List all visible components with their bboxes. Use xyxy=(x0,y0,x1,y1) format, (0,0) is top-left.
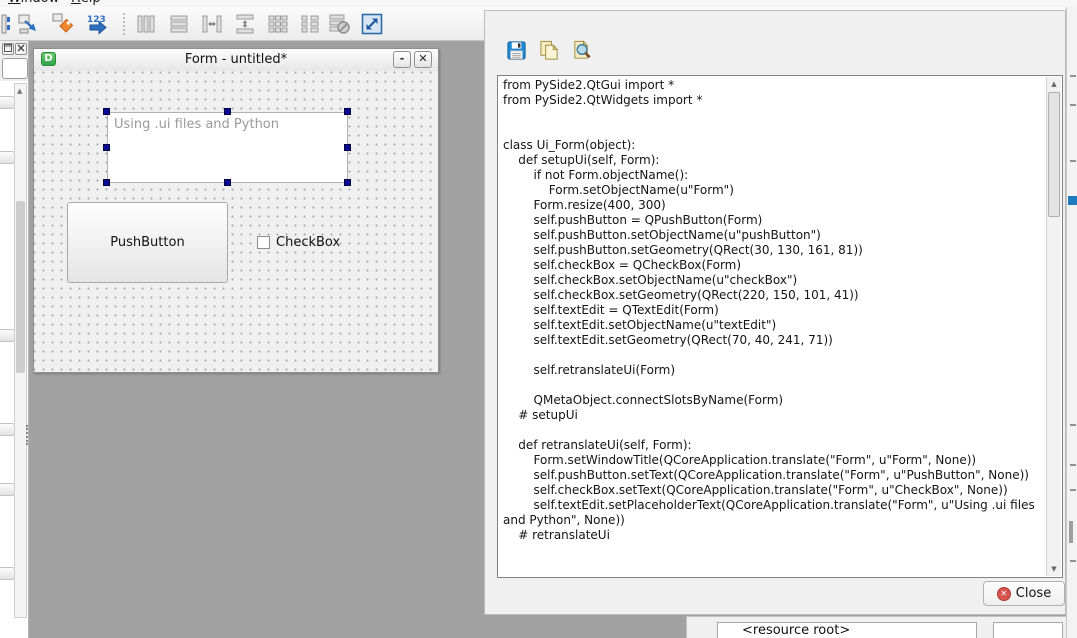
save-button[interactable] xyxy=(503,37,529,63)
close-button[interactable]: ✕ Close xyxy=(983,581,1065,606)
edit-signals-slots-button[interactable] xyxy=(15,10,43,38)
dock-float-button[interactable] xyxy=(2,43,14,55)
edit-tab-order-button[interactable]: 123 xyxy=(83,10,111,38)
textedit-widget[interactable]: Using .ui files and Python xyxy=(107,112,348,183)
form-designer-window: D Form - untitled* - ✕ Using .ui files a… xyxy=(33,48,439,373)
menu-window[interactable]: Window xyxy=(8,0,59,6)
code-preview-dialog: from PySide2.QtGui import * from PySide2… xyxy=(484,10,1066,615)
copy-button[interactable] xyxy=(536,37,562,63)
layout-horizontal-icon xyxy=(134,12,158,36)
strip-mark xyxy=(1070,160,1076,162)
selection-handle-middle-right[interactable] xyxy=(344,144,351,151)
menubar: Window Help xyxy=(0,0,1077,7)
form-minimize-button[interactable]: - xyxy=(393,51,411,68)
layout-form-icon xyxy=(298,12,322,36)
break-layout-button[interactable] xyxy=(325,10,353,38)
scrollbar-thumb[interactable] xyxy=(1048,92,1060,217)
widget-box-panel: ▲ xyxy=(0,41,29,638)
tab-order-123-label: 123 xyxy=(87,15,106,25)
save-icon xyxy=(505,39,528,62)
resource-browser-panel: <resource root> xyxy=(686,616,1077,638)
scrollbar-thumb[interactable] xyxy=(16,201,25,373)
layout-horizontal-splitter-icon xyxy=(200,12,224,36)
edit-buddies-icon xyxy=(51,12,75,36)
layout-vertical-splitter-button[interactable] xyxy=(231,10,259,38)
form-titlebar[interactable]: D Form - untitled* - ✕ xyxy=(34,49,438,72)
widget-category-header[interactable] xyxy=(0,567,15,580)
scroll-up-icon[interactable]: ▲ xyxy=(1047,77,1061,91)
adjust-size-icon xyxy=(360,12,384,36)
edit-signals-slots-icon xyxy=(17,12,41,36)
selection-handle-bottom-left[interactable] xyxy=(103,179,110,186)
widget-box-scrollbar[interactable]: ▲ xyxy=(14,83,27,618)
strip-selected-mark xyxy=(1068,196,1077,205)
checkbox-label: CheckBox xyxy=(276,235,340,250)
qt-designer-window: Window Help xyxy=(0,0,1077,638)
widget-category-header[interactable] xyxy=(0,151,15,164)
layout-vertical-icon xyxy=(167,12,191,36)
strip-mark xyxy=(1070,464,1076,466)
strip-mark xyxy=(1070,75,1076,77)
dock-splitter-handle[interactable] xyxy=(26,425,28,445)
form-title: Form - untitled* xyxy=(34,52,438,67)
widget-category-header[interactable] xyxy=(0,329,15,342)
widget-box-list: ▲ xyxy=(0,81,28,638)
close-button-label: Close xyxy=(1016,586,1051,601)
strip-mark xyxy=(1070,424,1076,426)
layout-form-button[interactable] xyxy=(296,10,324,38)
close-icon xyxy=(17,44,25,52)
float-icon xyxy=(4,44,12,52)
selection-handle-bottom-right[interactable] xyxy=(344,179,351,186)
edit-buddies-button[interactable] xyxy=(49,10,77,38)
form-close-button[interactable]: ✕ xyxy=(414,51,432,68)
checkbox-indicator[interactable] xyxy=(257,236,270,249)
layout-grid-icon xyxy=(266,12,290,36)
dock-close-button[interactable] xyxy=(15,43,27,55)
layout-horizontal-button[interactable] xyxy=(132,10,160,38)
strip-mark xyxy=(1070,560,1076,562)
adjust-size-button[interactable] xyxy=(358,10,386,38)
strip-mark xyxy=(1070,489,1076,491)
resource-detail-box[interactable] xyxy=(993,622,1063,638)
layout-vertical-button[interactable] xyxy=(165,10,193,38)
pushbutton-widget[interactable]: PushButton xyxy=(67,202,228,283)
selection-handle-top-middle[interactable] xyxy=(224,108,231,115)
form-canvas[interactable]: Using .ui files and Python PushButton Ch… xyxy=(34,71,438,372)
menu-help[interactable]: Help xyxy=(71,0,101,6)
resource-root-item[interactable]: <resource root> xyxy=(717,622,977,638)
selection-handle-top-left[interactable] xyxy=(103,108,110,115)
layout-horizontal-splitter-button[interactable] xyxy=(198,10,226,38)
selection-handle-top-right[interactable] xyxy=(344,108,351,115)
code-vertical-scrollbar[interactable]: ▲ ▼ xyxy=(1046,77,1061,576)
edit-widgets-button[interactable] xyxy=(0,10,14,38)
edit-tab-order-icon: 123 xyxy=(85,12,109,36)
copy-icon xyxy=(538,39,561,62)
widget-category-header[interactable] xyxy=(0,96,15,109)
toolbar-separator xyxy=(123,13,125,35)
code-text: from PySide2.QtGui import * from PySide2… xyxy=(498,76,1046,577)
widget-category-header[interactable] xyxy=(0,483,15,496)
selection-handle-bottom-middle[interactable] xyxy=(224,179,231,186)
right-dock-strip xyxy=(1066,7,1077,638)
scroll-up-icon: ▲ xyxy=(17,87,22,95)
selection-handle-middle-left[interactable] xyxy=(103,144,110,151)
layout-vertical-splitter-icon xyxy=(233,12,257,36)
find-icon xyxy=(571,39,594,62)
layout-grid-button[interactable] xyxy=(264,10,292,38)
checkbox-widget[interactable]: CheckBox xyxy=(257,222,358,263)
widget-filter-input[interactable] xyxy=(2,58,28,79)
strip-mark xyxy=(1070,104,1076,106)
widget-category-header[interactable] xyxy=(0,423,15,436)
edit-widgets-partial-icon xyxy=(0,12,12,36)
code-editor[interactable]: from PySide2.QtGui import * from PySide2… xyxy=(497,75,1063,578)
break-layout-icon xyxy=(327,12,351,36)
find-button[interactable] xyxy=(569,37,595,63)
close-circle-icon: ✕ xyxy=(997,587,1011,601)
strip-scrollbar-thumb xyxy=(1069,521,1073,543)
scroll-down-icon[interactable]: ▼ xyxy=(1047,562,1061,576)
